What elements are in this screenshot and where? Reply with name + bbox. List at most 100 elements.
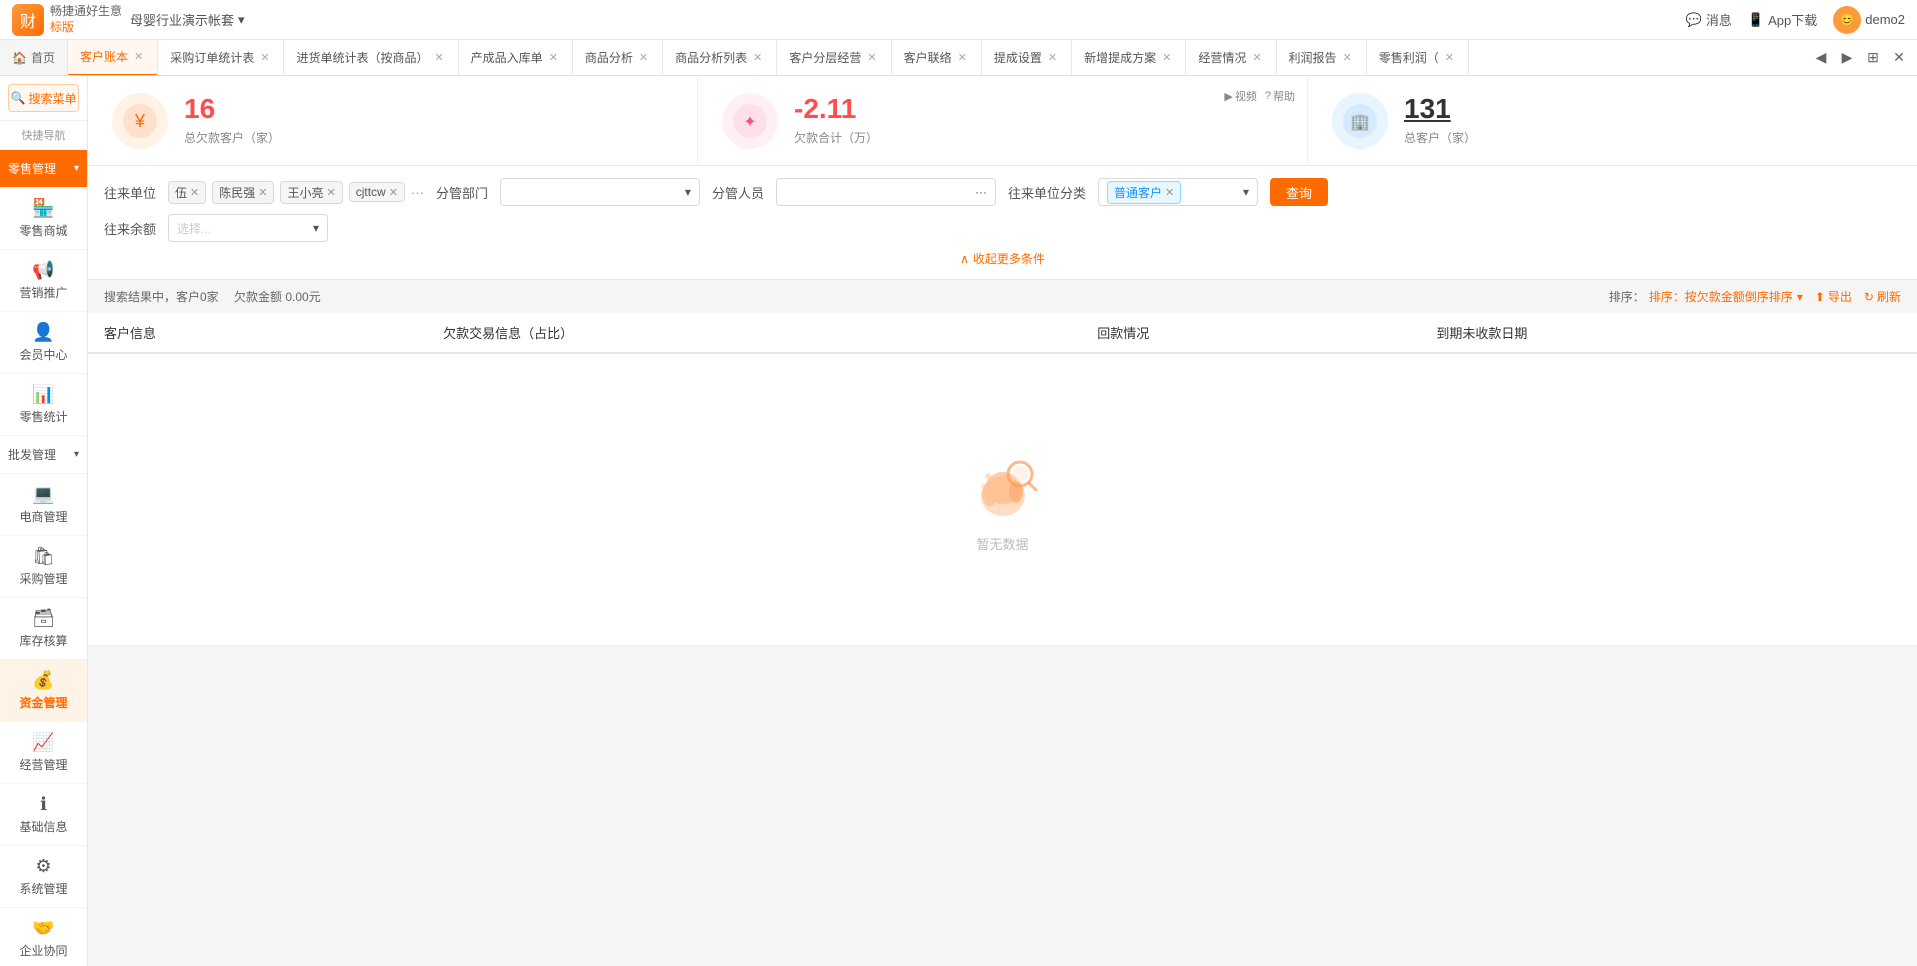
person-filter-select[interactable]: ··· (776, 178, 996, 206)
main-layout: 🔍 搜索菜单 快捷导航 零售管理 ▾ 🏪 零售商城 📢 营销推广 👤 会员中心 … (0, 76, 1917, 966)
tab-close-icon[interactable]: ✕ (547, 49, 560, 66)
tab-profit-report[interactable]: 利润报告 ✕ (1277, 40, 1367, 76)
tab-close-icon[interactable]: ✕ (1160, 49, 1173, 66)
sidebar-item-retail-mgmt[interactable]: 零售管理 ▾ (0, 150, 87, 188)
col-customer-info: 客户信息 (88, 313, 427, 353)
sidebar-item-basic-info[interactable]: ℹ 基础信息 (0, 784, 87, 846)
col-due-date: 到期未收款日期 (1420, 313, 1917, 353)
refresh-btn[interactable]: ↻ 刷新 (1864, 288, 1901, 305)
dept-filter-select[interactable]: ▾ (500, 178, 700, 206)
svg-text:✦: ✦ (743, 114, 756, 131)
download-icon: 📱 (1748, 12, 1764, 28)
tab-home[interactable]: 🏠 首页 (0, 40, 68, 76)
tab-product-analysis-list[interactable]: 商品分析列表 ✕ (663, 40, 777, 76)
more-tags-btn[interactable]: ··· (411, 185, 424, 200)
sidebar-item-member[interactable]: 👤 会员中心 (0, 312, 87, 374)
sidebar-item-enterprise-collab[interactable]: 🤝 企业协同 (0, 908, 87, 966)
tab-raise-settings[interactable]: 提成设置 ✕ (982, 40, 1072, 76)
tab-close-icon[interactable]: ✕ (637, 49, 650, 66)
sidebar-item-marketing[interactable]: 📢 营销推广 (0, 250, 87, 312)
chevron-down-icon: ▾ (313, 221, 319, 235)
table-body: 暂无数据 (88, 353, 1917, 646)
tab-purchase-stats[interactable]: 进货单统计表（按商品） ✕ (284, 40, 458, 76)
sidebar-item-quick-nav[interactable]: 快捷导航 (0, 121, 87, 150)
empty-state-cell: 暂无数据 (88, 353, 1917, 646)
tab-next-btn[interactable]: ▶ (1835, 46, 1859, 70)
tab-close-icon[interactable]: ✕ (1250, 49, 1263, 66)
tab-close-icon[interactable]: ✕ (1046, 49, 1059, 66)
sidebar-item-retail-mall[interactable]: 🏪 零售商城 (0, 188, 87, 250)
stat-icon-all: 🏢 (1332, 93, 1388, 149)
logo-icon: 财 (12, 4, 44, 36)
stat-total-debt: ✦ -2.11 欠款合计（万） ▶ 视频 ? 帮助 (698, 76, 1308, 165)
tag-close-normal[interactable]: ✕ (1165, 186, 1174, 199)
refresh-icon: ↻ (1864, 290, 1874, 304)
tab-close-icon[interactable]: ✕ (132, 48, 145, 65)
tab-close-icon[interactable]: ✕ (432, 49, 445, 66)
sort-control[interactable]: 排序： 排序：按欠款金额倒序排序 ▾ (1609, 288, 1803, 305)
shop-icon: 🏪 (0, 198, 87, 219)
tag-wang: 王小亮 ✕ (280, 181, 342, 204)
logo-text: 畅捷通好生意 标版 (50, 4, 122, 35)
tab-operation-status[interactable]: 经营情况 ✕ (1186, 40, 1276, 76)
tab-prev-btn[interactable]: ◀ (1809, 46, 1833, 70)
sidebar: 🔍 搜索菜单 快捷导航 零售管理 ▾ 🏪 零售商城 📢 营销推广 👤 会员中心 … (0, 76, 88, 966)
video-help-btn[interactable]: ▶ 视频 (1224, 88, 1256, 104)
sidebar-item-finance[interactable]: 💰 资金管理 (0, 660, 87, 722)
message-btn[interactable]: 💬 消息 (1686, 10, 1732, 29)
tab-close-icon[interactable]: ✕ (865, 49, 878, 66)
top-bar-left: 财 畅捷通好生意 标版 母婴行业演示帐套 ▾ (12, 4, 245, 36)
account-selector[interactable]: 母婴行业演示帐套 ▾ (130, 10, 245, 29)
tab-product-analysis[interactable]: 商品分析 ✕ (573, 40, 663, 76)
chevron-icon: ▾ (74, 163, 79, 174)
info-icon: ℹ (0, 794, 87, 815)
tab-close-icon[interactable]: ✕ (258, 49, 271, 66)
marketing-icon: 📢 (0, 260, 87, 281)
empty-text: 暂无数据 (976, 534, 1028, 553)
filter-row-2: 往来余额 选择... ▾ (104, 214, 1901, 242)
tab-close-icon[interactable]: ✕ (956, 49, 969, 66)
tab-customer-book[interactable]: 客户账本 ✕ (68, 40, 158, 76)
export-btn[interactable]: ⬆ 导出 (1815, 288, 1852, 305)
sidebar-item-retail-stats[interactable]: 📊 零售统计 (0, 374, 87, 436)
tab-close-all-btn[interactable]: ✕ (1887, 46, 1911, 70)
query-button[interactable]: 查询 (1270, 178, 1328, 206)
help-btn[interactable]: ? 帮助 (1265, 88, 1295, 104)
tab-close-icon[interactable]: ✕ (751, 49, 764, 66)
company-filter-tags: 伍 ✕ 陈民强 ✕ 王小亮 ✕ cjttcw ✕ ··· (168, 181, 424, 204)
tag-close-wang[interactable]: ✕ (327, 186, 336, 199)
tag-close-cjttcw[interactable]: ✕ (389, 186, 398, 199)
app-download-btn[interactable]: 📱 App下载 (1748, 10, 1817, 29)
tag-close-chen[interactable]: ✕ (258, 186, 267, 199)
result-actions: 排序： 排序：按欠款金额倒序排序 ▾ ⬆ 导出 ↻ 刷新 (1609, 288, 1901, 305)
tab-close-icon[interactable]: ✕ (1341, 49, 1354, 66)
tab-close-icon[interactable]: ✕ (1443, 49, 1456, 66)
collapse-filter-btn[interactable]: ∧ 收起更多条件 (104, 250, 1901, 267)
chevron-down-icon: ▾ (238, 12, 245, 28)
tab-purchase-order[interactable]: 采购订单统计表 ✕ (158, 40, 284, 76)
category-filter-select[interactable]: 普通客户 ✕ ▾ (1098, 178, 1258, 206)
balance-filter-label: 往来余额 (104, 219, 156, 238)
category-filter-label: 往来单位分类 (1008, 183, 1086, 202)
user-menu[interactable]: 😊 demo2 (1833, 6, 1905, 34)
play-icon: ▶ (1224, 90, 1232, 103)
sidebar-item-inventory[interactable]: 🗃 库存核算 (0, 598, 87, 660)
person-filter-label: 分管人员 (712, 183, 764, 202)
sidebar-item-ecommerce[interactable]: 💻 电商管理 (0, 474, 87, 536)
sidebar-item-system[interactable]: ⚙ 系统管理 (0, 846, 87, 908)
sidebar-item-wholesale[interactable]: 批发管理 ▾ (0, 436, 87, 474)
tag-close-wu[interactable]: ✕ (190, 186, 199, 199)
sidebar-item-purchase[interactable]: 🛍 采购管理 (0, 536, 87, 598)
tab-new-raise-plan[interactable]: 新增提成方案 ✕ (1072, 40, 1186, 76)
stat-values-debt: -2.11 欠款合计（万） (794, 95, 878, 146)
tab-expand-btn[interactable]: ⊞ (1861, 46, 1885, 70)
sidebar-search-button[interactable]: 🔍 搜索菜单 (8, 84, 79, 112)
sidebar-item-operation[interactable]: 📈 经营管理 (0, 722, 87, 784)
tab-retail-profit[interactable]: 零售利润（ ✕ (1367, 40, 1469, 76)
collab-icon: 🤝 (0, 918, 87, 939)
stat-icon-customers: ¥ (112, 93, 168, 149)
tab-customer-contact[interactable]: 客户联络 ✕ (892, 40, 982, 76)
tab-product-inbound[interactable]: 产成品入库单 ✕ (459, 40, 573, 76)
tab-customer-segment[interactable]: 客户分层经营 ✕ (777, 40, 891, 76)
balance-filter-select[interactable]: 选择... ▾ (168, 214, 328, 242)
